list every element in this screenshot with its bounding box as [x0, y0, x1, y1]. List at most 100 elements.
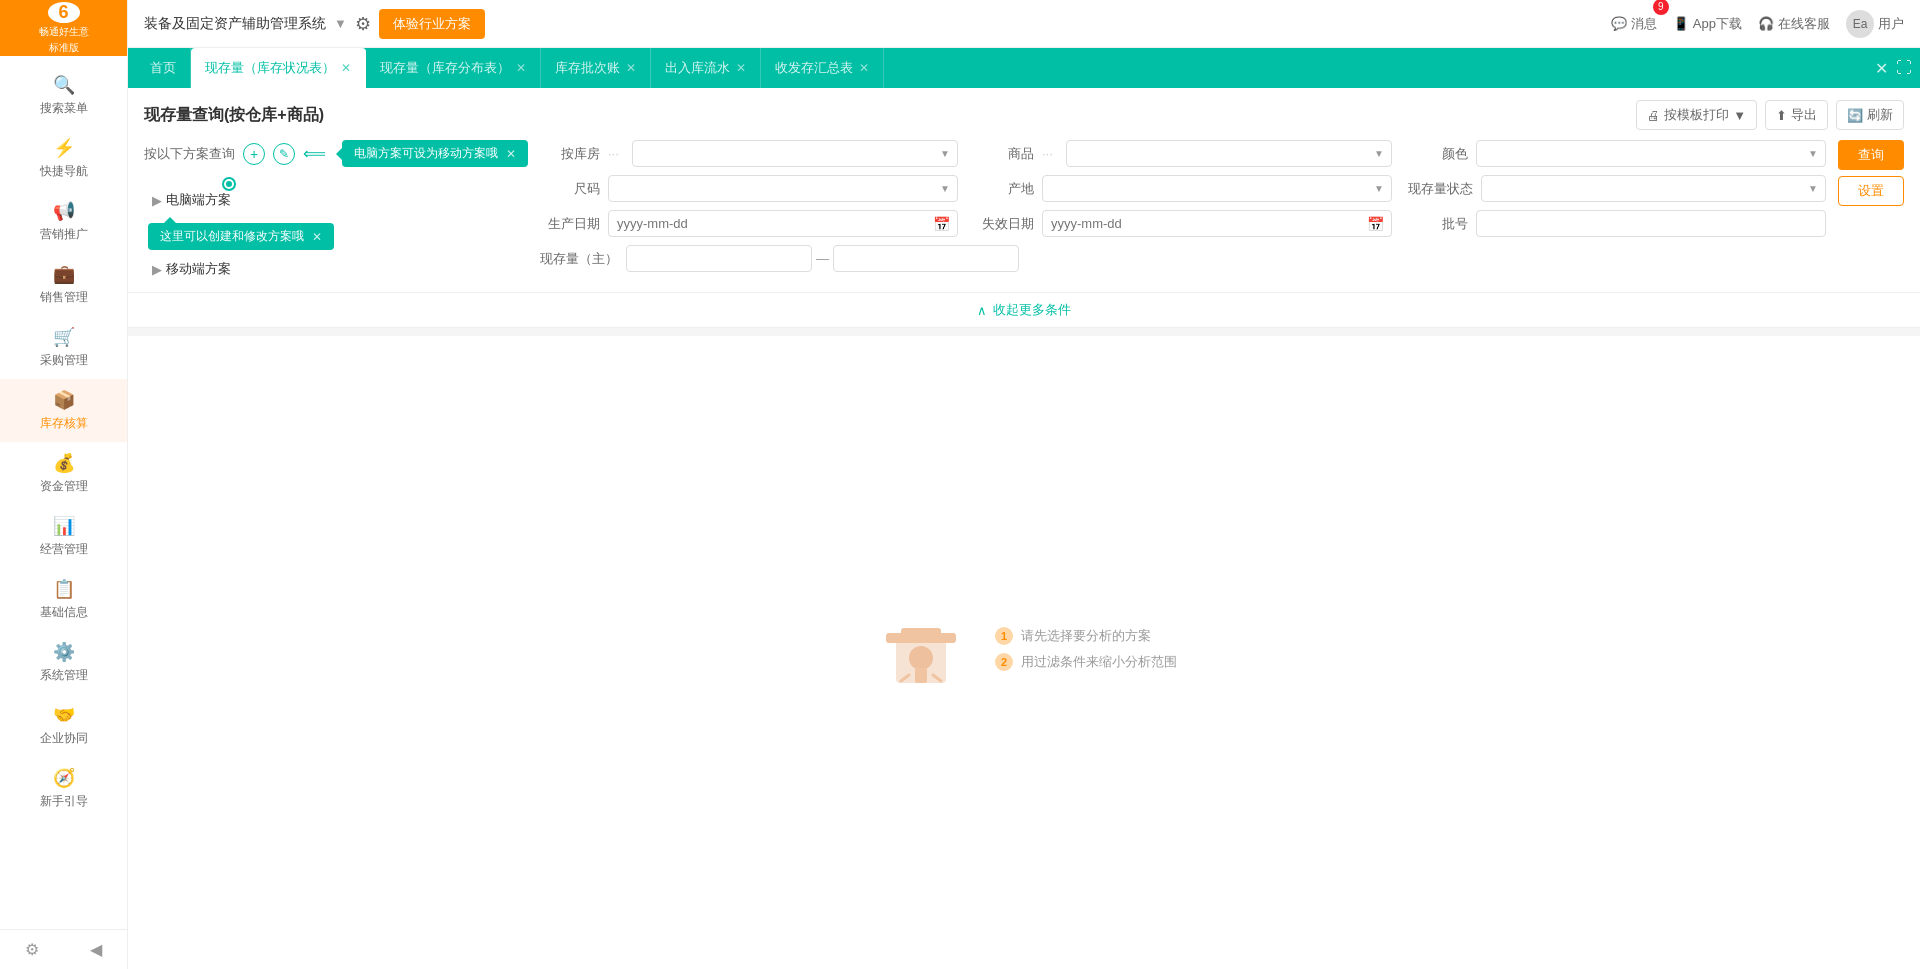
- tab-batch-account[interactable]: 库存批次账 ✕: [541, 48, 651, 88]
- export-label: 导出: [1791, 106, 1817, 124]
- sidebar-item-marketing[interactable]: 📢 营销推广: [0, 190, 127, 253]
- warehouse-select[interactable]: [632, 140, 958, 167]
- service-icon: 🎧: [1758, 16, 1774, 31]
- scheme-tooltip-close[interactable]: ✕: [506, 147, 516, 161]
- stock-status-select[interactable]: [1481, 175, 1826, 202]
- empty-illustration: [871, 603, 971, 703]
- sidebar-item-enterprise[interactable]: 🤝 企业协同: [0, 694, 127, 757]
- step2-text: 用过滤条件来缩小分析范围: [1021, 653, 1177, 671]
- prod-date-input[interactable]: [608, 210, 958, 237]
- sidebar-item-purchase[interactable]: 🛒 采购管理: [0, 316, 127, 379]
- tab-stock-status[interactable]: 现存量（库存状况表） ✕: [191, 48, 366, 88]
- filter-row-3: 生产日期 📅 失效日期 📅: [540, 210, 1826, 237]
- batch-input[interactable]: [1476, 210, 1826, 237]
- export-button[interactable]: ⬆ 导出: [1765, 100, 1828, 130]
- industry-button[interactable]: 体验行业方案: [379, 9, 485, 39]
- tab-close-batch[interactable]: ✕: [626, 61, 636, 75]
- stock-status-label: 现存量状态: [1408, 180, 1473, 198]
- add-scheme-button[interactable]: +: [243, 143, 265, 165]
- expand-arrow-icon: ▶: [152, 193, 162, 208]
- sidebar-item-sales[interactable]: 💼 销售管理: [0, 253, 127, 316]
- stock-qty-to-input[interactable]: [833, 245, 1019, 272]
- sidebar-item-search[interactable]: 🔍 搜索菜单: [0, 64, 127, 127]
- tab-close-summary[interactable]: ✕: [859, 61, 869, 75]
- header-settings-icon[interactable]: ⚙: [355, 13, 371, 35]
- sidebar-item-system[interactable]: ⚙️ 系统管理: [0, 631, 127, 694]
- create-tooltip-close[interactable]: ✕: [312, 230, 322, 244]
- color-filter: 颜色 ▼: [1408, 140, 1826, 167]
- system-dropdown-icon[interactable]: ▼: [334, 16, 347, 31]
- goods-dots[interactable]: ···: [1042, 146, 1058, 161]
- refresh-button[interactable]: 🔄 刷新: [1836, 100, 1904, 130]
- stock-qty-from-input[interactable]: [626, 245, 812, 272]
- settings-bottom-icon[interactable]: ⚙: [25, 940, 39, 959]
- origin-select[interactable]: [1042, 175, 1392, 202]
- step1-text: 请先选择要分析的方案: [1021, 627, 1151, 645]
- sidebar-item-basic-info[interactable]: 📋 基础信息: [0, 568, 127, 631]
- warehouse-dots[interactable]: ···: [608, 146, 624, 161]
- sales-icon: 💼: [53, 263, 75, 285]
- goods-select[interactable]: [1066, 140, 1392, 167]
- sidebar-item-label: 基础信息: [40, 604, 88, 621]
- sidebar-item-quicknav[interactable]: ⚡ 快捷导航: [0, 127, 127, 190]
- scheme-mobile-item[interactable]: ▶ 移动端方案: [144, 258, 528, 280]
- size-select[interactable]: [608, 175, 958, 202]
- tab-close-inout[interactable]: ✕: [736, 61, 746, 75]
- finance-icon: 💰: [53, 452, 75, 474]
- refresh-label: 刷新: [1867, 106, 1893, 124]
- back-arrow-icon[interactable]: ⟸: [303, 144, 326, 163]
- scheme-controls: 按以下方案查询 + ✎ ⟸ 电脑方案可设为移动方案哦 ✕: [144, 140, 528, 280]
- filter-top-row: 按以下方案查询 + ✎ ⟸ 电脑方案可设为移动方案哦 ✕: [144, 140, 528, 167]
- set-button[interactable]: 设置: [1838, 176, 1904, 206]
- search-button[interactable]: 查询: [1838, 140, 1904, 170]
- collapse-sidebar-icon[interactable]: ◀: [90, 940, 102, 959]
- tab-inout-flow[interactable]: 出入库流水 ✕: [651, 48, 761, 88]
- print-icon: 🖨: [1647, 108, 1660, 123]
- goods-filter: 商品 ··· ▼: [974, 140, 1392, 167]
- expire-date-input[interactable]: [1042, 210, 1392, 237]
- app-download-item[interactable]: 📱 App下载: [1673, 15, 1742, 33]
- step2-circle: 2: [995, 653, 1013, 671]
- message-item[interactable]: 💬 消息 9: [1611, 15, 1657, 33]
- tab-close-stock-dist[interactable]: ✕: [516, 61, 526, 75]
- mobile-expand-arrow-icon: ▶: [152, 262, 162, 277]
- svg-rect-2: [901, 628, 941, 638]
- color-select[interactable]: [1476, 140, 1826, 167]
- system-icon: ⚙️: [53, 641, 75, 663]
- export-icon: ⬆: [1776, 108, 1787, 123]
- scheme-pc-item[interactable]: ▶ 电脑端方案: [144, 189, 528, 211]
- purchase-icon: 🛒: [53, 326, 75, 348]
- tab-batch-account-label: 库存批次账: [555, 59, 620, 77]
- print-button[interactable]: 🖨 按模板打印 ▼: [1636, 100, 1757, 130]
- quicknav-icon: ⚡: [53, 137, 75, 159]
- sidebar-item-inventory[interactable]: 📦 库存核算: [0, 379, 127, 442]
- collapse-bar[interactable]: ∧ 收起更多条件: [128, 293, 1920, 328]
- filter-fields-area: 按库房 ··· ▼ 商品 ··· ▼: [540, 140, 1826, 272]
- collapse-up-icon: ∧: [977, 303, 987, 318]
- sidebar-item-operations[interactable]: 📊 经营管理: [0, 505, 127, 568]
- sidebar-item-newuser[interactable]: 🧭 新手引导: [0, 757, 127, 820]
- tab-fullscreen-icon[interactable]: ⛶: [1896, 59, 1912, 77]
- online-service-item[interactable]: 🎧 在线客服: [1758, 15, 1830, 33]
- basic-info-icon: 📋: [53, 578, 75, 600]
- tab-home[interactable]: 首页: [136, 48, 191, 88]
- tab-stock-dist-label: 现存量（库存分布表）: [380, 59, 510, 77]
- print-label: 按模板打印: [1664, 106, 1729, 124]
- warehouse-select-wrap: ▼: [632, 140, 958, 167]
- scheme-tooltip-area: 电脑方案可设为移动方案哦 ✕: [342, 140, 528, 167]
- tab-stock-dist[interactable]: 现存量（库存分布表） ✕: [366, 48, 541, 88]
- origin-select-wrap: ▼: [1042, 175, 1392, 202]
- create-tooltip-text: 这里可以创建和修改方案哦: [160, 228, 304, 245]
- stock-qty-filter: 现存量（主） —: [540, 245, 1019, 272]
- edit-scheme-button[interactable]: ✎: [273, 143, 295, 165]
- tab-close-stock-status[interactable]: ✕: [341, 61, 351, 75]
- sidebar-item-finance[interactable]: 💰 资金管理: [0, 442, 127, 505]
- svg-rect-4: [915, 668, 927, 683]
- tab-close-all-icon[interactable]: ✕: [1875, 59, 1888, 78]
- tab-inout-flow-label: 出入库流水: [665, 59, 730, 77]
- tab-home-label: 首页: [150, 59, 176, 77]
- user-item[interactable]: Ea 用户: [1846, 10, 1904, 38]
- filter-row-1: 按库房 ··· ▼ 商品 ··· ▼: [540, 140, 1826, 167]
- sidebar-nav: 🔍 搜索菜单 ⚡ 快捷导航 📢 营销推广 💼 销售管理 🛒 采购管理 📦 库存核…: [0, 56, 127, 929]
- tab-summary[interactable]: 收发存汇总表 ✕: [761, 48, 884, 88]
